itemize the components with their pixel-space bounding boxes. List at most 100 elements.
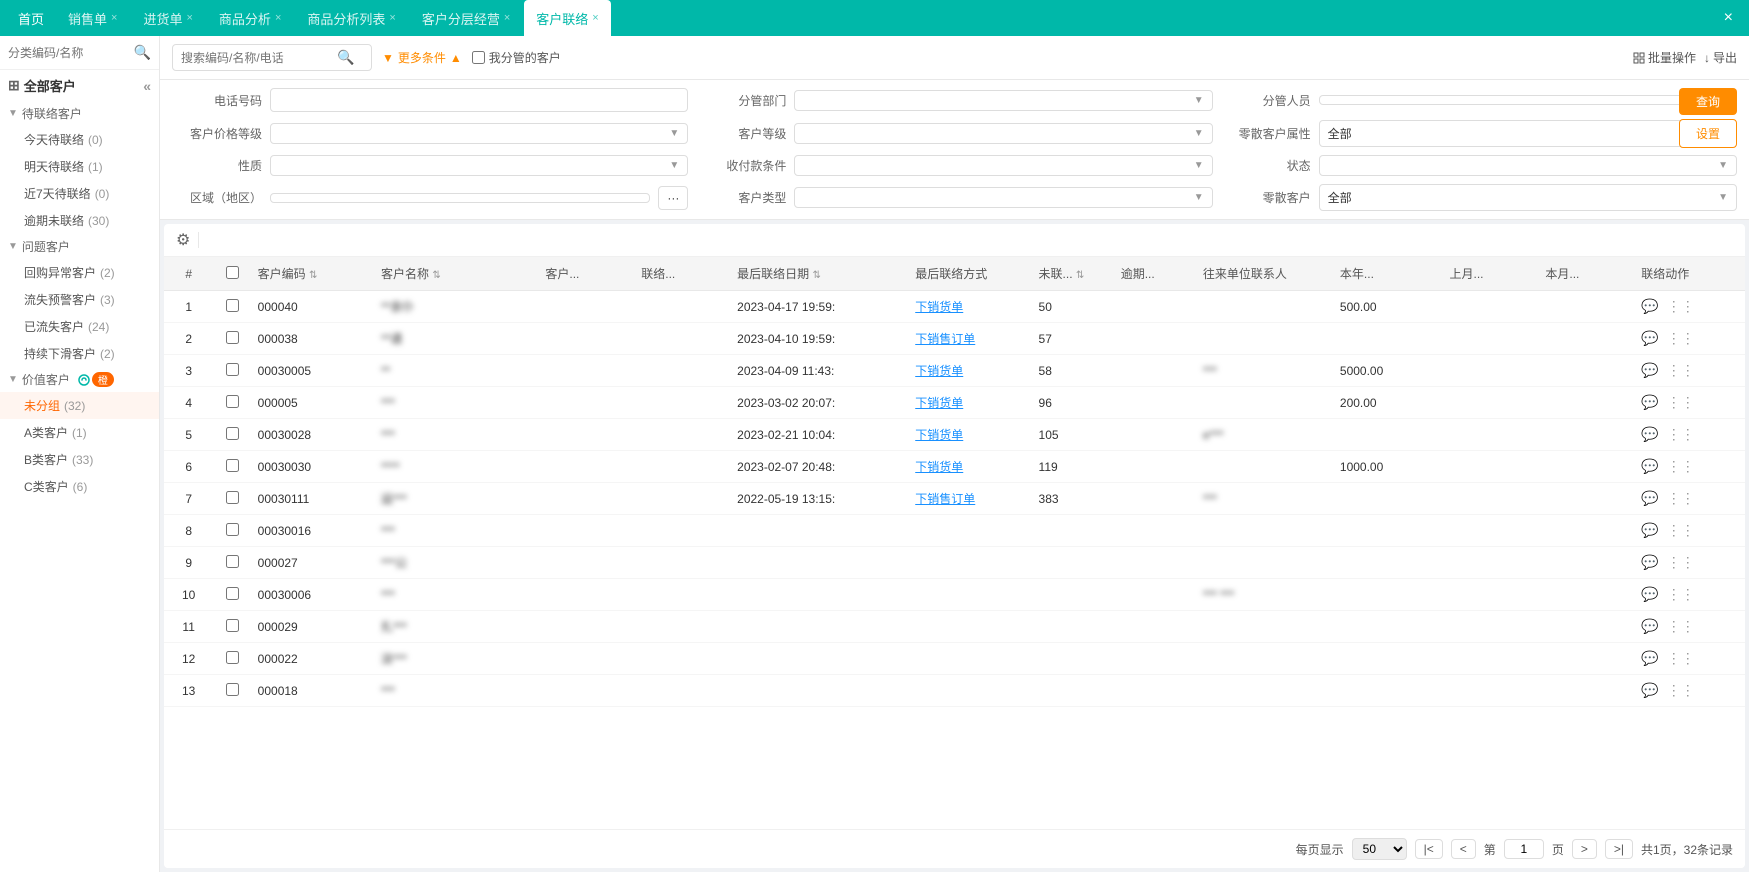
contact-more-icon[interactable]: ⋮⋮ <box>1667 682 1695 699</box>
status-select[interactable]: ▼ <box>1319 155 1737 176</box>
contact-phone-icon[interactable]: 💬 <box>1641 394 1658 411</box>
nature-select[interactable]: ▼ <box>270 155 688 176</box>
sidebar-item-purchase-abnormal[interactable]: 回购异常客户 (2) <box>0 259 159 286</box>
contact-more-icon[interactable]: ⋮⋮ <box>1667 426 1695 443</box>
contact-phone-icon[interactable]: 💬 <box>1641 586 1658 603</box>
scatter-customer-select[interactable]: 全部 ▼ <box>1319 184 1737 211</box>
cell-check[interactable] <box>213 579 251 611</box>
contact-phone-icon[interactable]: 💬 <box>1641 426 1658 443</box>
contact-more-icon[interactable]: ⋮⋮ <box>1667 554 1695 571</box>
sidebar-group-problem[interactable]: ▼ 问题客户 <box>0 234 159 259</box>
dept-select[interactable]: ▼ <box>794 90 1212 111</box>
tab-sales-close[interactable]: × <box>111 12 117 24</box>
contact-phone-icon[interactable]: 💬 <box>1641 362 1658 379</box>
cell-check[interactable] <box>213 547 251 579</box>
cell-check[interactable] <box>213 355 251 387</box>
sidebar-item-unclassified[interactable]: 未分组 (32) <box>0 392 159 419</box>
per-page-select[interactable]: 50 100 200 <box>1352 838 1407 860</box>
sidebar-item-lost[interactable]: 已流失客户 (24) <box>0 313 159 340</box>
pagination-prev[interactable]: < <box>1451 839 1476 859</box>
cell-check[interactable] <box>213 515 251 547</box>
resize-code[interactable] <box>371 257 375 290</box>
cell-check[interactable] <box>213 611 251 643</box>
table-scroll[interactable]: # 客户编码 ⇅ 客户名称 ⇅ <box>164 257 1745 829</box>
contact-method-link[interactable]: 下销售订单 <box>915 492 975 506</box>
phone-input[interactable] <box>270 88 688 112</box>
contact-method-link[interactable]: 下销售订单 <box>915 332 975 346</box>
contact-more-icon[interactable]: ⋮⋮ <box>1667 394 1695 411</box>
search-icon[interactable]: 🔍 <box>337 49 354 66</box>
sidebar-item-class-b[interactable]: B类客户 (33) <box>0 446 159 473</box>
contact-method-link[interactable]: 下销货单 <box>915 396 963 410</box>
pagination-next[interactable]: > <box>1572 839 1597 859</box>
tab-goods-analysis-list-close[interactable]: × <box>389 12 395 24</box>
reset-button[interactable]: 设置 <box>1679 119 1737 148</box>
sidebar-item-class-c[interactable]: C类客户 (6) <box>0 473 159 500</box>
contact-phone-icon[interactable]: 💬 <box>1641 682 1658 699</box>
contact-method-link[interactable]: 下销货单 <box>915 364 963 378</box>
sidebar-item-keep-down[interactable]: 持续下滑客户 (2) <box>0 340 159 367</box>
select-all-checkbox[interactable] <box>226 266 239 279</box>
contact-more-icon[interactable]: ⋮⋮ <box>1667 330 1695 347</box>
cell-check[interactable] <box>213 451 251 483</box>
contact-method-link[interactable]: 下销货单 <box>915 428 963 442</box>
pagination-last[interactable]: >| <box>1605 839 1633 859</box>
contact-phone-icon[interactable]: 💬 <box>1641 554 1658 571</box>
customer-level-select[interactable]: ▼ <box>794 123 1212 144</box>
tab-goods-analysis-close[interactable]: × <box>275 12 281 24</box>
contact-more-icon[interactable]: ⋮⋮ <box>1667 586 1695 603</box>
my-customers-checkbox-label[interactable]: 我分管的客户 <box>472 49 561 66</box>
contact-phone-icon[interactable]: 💬 <box>1641 298 1658 315</box>
tab-customer-tier-close[interactable]: × <box>504 12 510 24</box>
contact-phone-icon[interactable]: 💬 <box>1641 618 1658 635</box>
tab-purchase[interactable]: 进货单 × <box>131 0 204 36</box>
sidebar-search-icon[interactable]: 🔍 <box>134 44 151 61</box>
cell-check[interactable] <box>213 291 251 323</box>
contact-phone-icon[interactable]: 💬 <box>1641 490 1658 507</box>
region-select[interactable] <box>270 193 650 203</box>
contact-more-icon[interactable]: ⋮⋮ <box>1667 650 1695 667</box>
export-btn[interactable]: ↓ 导出 <box>1704 49 1737 66</box>
scatter-attr-select[interactable]: 全部 ▼ <box>1319 120 1737 147</box>
sidebar-all-customers[interactable]: ⊞ 全部客户 « <box>0 70 159 101</box>
tab-goods-analysis-list[interactable]: 商品分析列表 × <box>295 0 407 36</box>
contact-method-link[interactable]: 下销货单 <box>915 460 963 474</box>
tab-customer-contact[interactable]: 客户联络 × <box>524 0 610 36</box>
sidebar-item-overdue[interactable]: 逾期未联络 (30) <box>0 207 159 234</box>
th-name[interactable]: 客户名称 ⇅ <box>375 257 539 291</box>
pagination-page-input[interactable] <box>1504 839 1544 859</box>
contact-phone-icon[interactable]: 💬 <box>1641 522 1658 539</box>
sidebar-group-pending[interactable]: ▼ 待联络客户 <box>0 101 159 126</box>
contact-method-link[interactable]: 下销货单 <box>915 300 963 314</box>
collapse-sidebar-icon[interactable]: « <box>143 78 151 94</box>
sidebar-search-input[interactable] <box>8 46 130 60</box>
tab-goods-analysis[interactable]: 商品分析 × <box>207 0 293 36</box>
sidebar-item-today[interactable]: 今天待联络 (0) <box>0 126 159 153</box>
contact-more-icon[interactable]: ⋮⋮ <box>1667 362 1695 379</box>
resize-name[interactable] <box>535 257 539 290</box>
cell-check[interactable] <box>213 643 251 675</box>
th-code[interactable]: 客户编码 ⇅ <box>252 257 375 291</box>
contact-more-icon[interactable]: ⋮⋮ <box>1667 298 1695 315</box>
ctype-select[interactable]: ▼ <box>794 187 1212 208</box>
search-input[interactable] <box>181 51 331 65</box>
tab-customer-tier[interactable]: 客户分层经营 × <box>410 0 522 36</box>
payment-select[interactable]: ▼ <box>794 155 1212 176</box>
price-level-select[interactable]: ▼ <box>270 123 688 144</box>
cell-check[interactable] <box>213 419 251 451</box>
region-ellipsis-btn[interactable]: ··· <box>658 186 688 210</box>
contact-phone-icon[interactable]: 💬 <box>1641 330 1658 347</box>
cell-check[interactable] <box>213 675 251 707</box>
manager-select[interactable] <box>1319 95 1699 105</box>
pagination-first[interactable]: |< <box>1415 839 1443 859</box>
sidebar-item-class-a[interactable]: A类客户 (1) <box>0 419 159 446</box>
window-close-button[interactable]: × <box>1716 9 1741 27</box>
contact-more-icon[interactable]: ⋮⋮ <box>1667 458 1695 475</box>
refresh-icon[interactable] <box>78 374 90 386</box>
batch-op-btn[interactable]: 批量操作 <box>1633 49 1696 66</box>
search-button[interactable]: 查询 <box>1679 88 1737 115</box>
contact-more-icon[interactable]: ⋮⋮ <box>1667 490 1695 507</box>
sidebar-item-loss-warning[interactable]: 流失预警客户 (3) <box>0 286 159 313</box>
contact-phone-icon[interactable]: 💬 <box>1641 458 1658 475</box>
contact-more-icon[interactable]: ⋮⋮ <box>1667 618 1695 635</box>
